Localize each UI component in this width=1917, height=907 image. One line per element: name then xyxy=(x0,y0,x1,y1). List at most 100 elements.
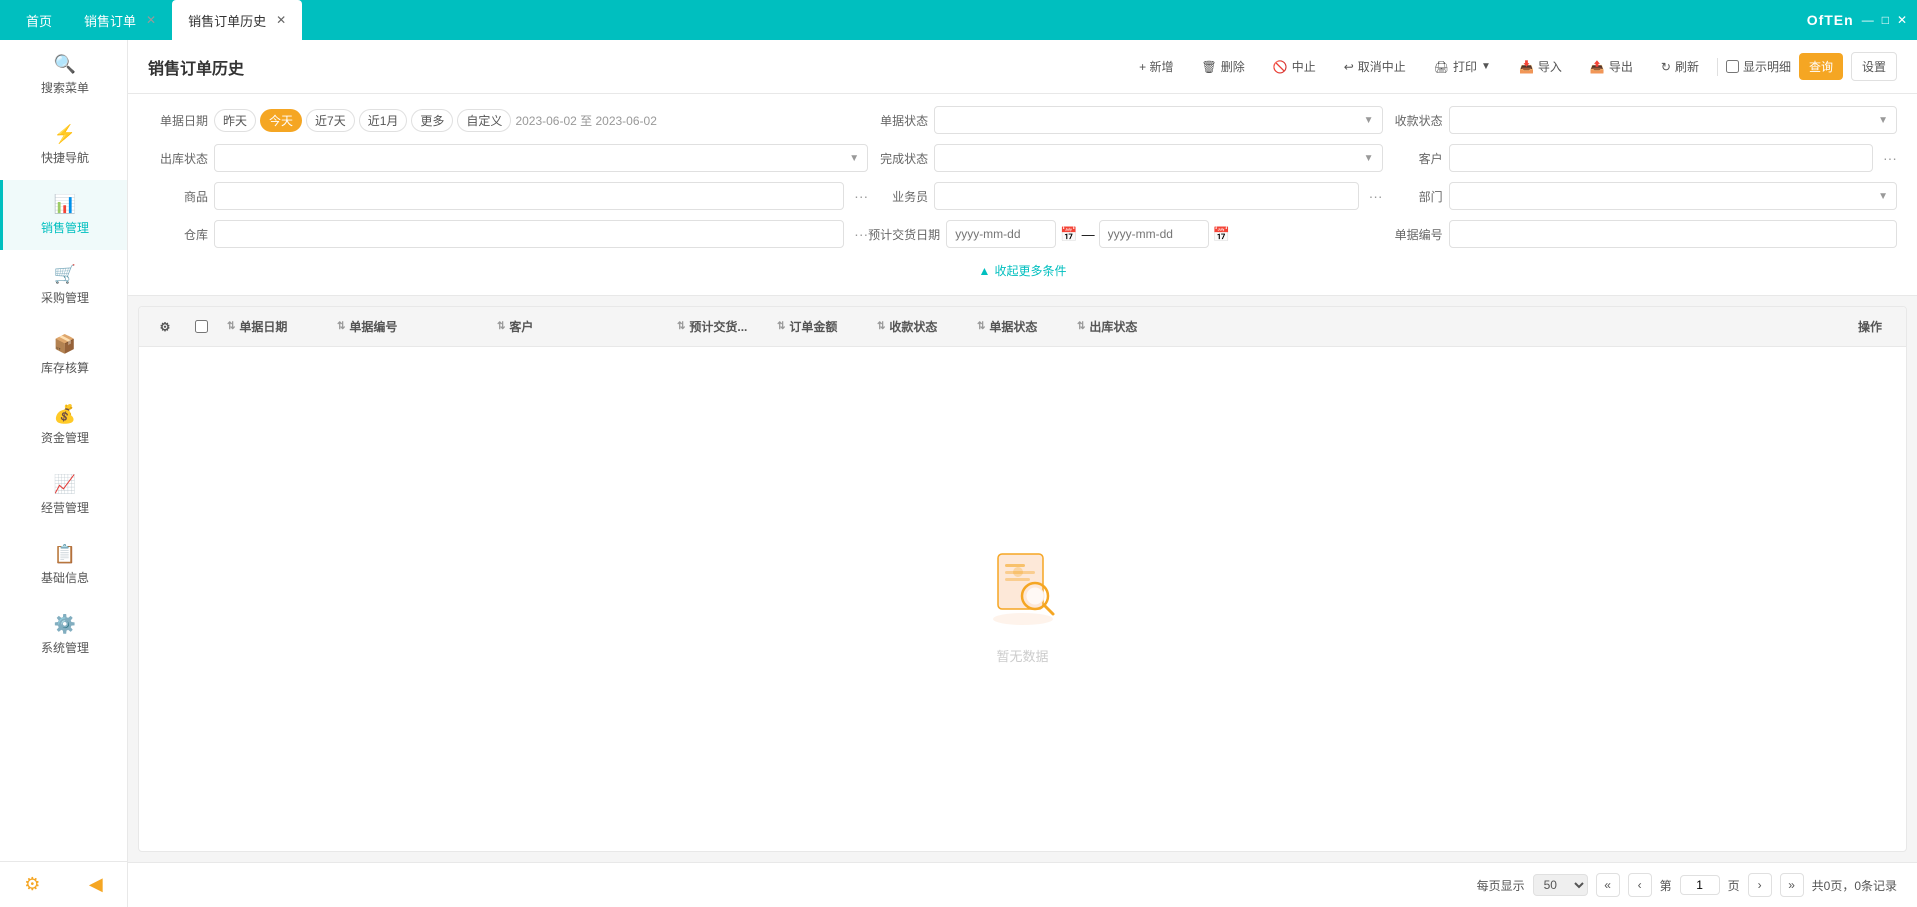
date-btn-1month[interactable]: 近1月 xyxy=(359,109,408,132)
col-receipt[interactable]: ⇅ 收款状态 xyxy=(869,318,969,335)
date-btn-more[interactable]: 更多 xyxy=(411,109,453,132)
print-button[interactable]: 🖨 打印 ▼ xyxy=(1424,53,1501,80)
first-page-button[interactable]: « xyxy=(1596,873,1620,897)
date-dash: — xyxy=(1082,227,1095,242)
receipt-status-select[interactable]: ▼ xyxy=(1449,106,1897,134)
new-button[interactable]: + 新增 xyxy=(1129,53,1183,80)
goods-input[interactable] xyxy=(214,182,844,210)
finance-icon: 💰 xyxy=(54,404,76,425)
export-button[interactable]: 📤 导出 xyxy=(1580,53,1643,80)
salesperson-dots-icon[interactable]: ··· xyxy=(1369,188,1383,204)
sidebar-item-operations-label: 经营管理 xyxy=(41,499,89,516)
date-btn-7days[interactable]: 近7天 xyxy=(306,109,355,132)
col-out[interactable]: ⇅ 出库状态 xyxy=(1069,318,1169,335)
goods-label: 商品 xyxy=(148,188,208,205)
import-label: 导入 xyxy=(1538,58,1562,75)
settings-icon[interactable]: ⚙ xyxy=(24,874,40,895)
sidebar-item-quick-nav[interactable]: ⚡ 快捷导航 xyxy=(0,110,127,180)
col-amount[interactable]: ⇅ 订单金额 xyxy=(769,318,869,335)
salesperson-input[interactable] xyxy=(934,182,1358,210)
out-status-select[interactable]: ▼ xyxy=(214,144,868,172)
collapse-sidebar-icon[interactable]: ◀ xyxy=(89,874,103,895)
customer-dots-icon[interactable]: ··· xyxy=(1883,150,1897,166)
main-layout: 🔍 搜索菜单 ⚡ 快捷导航 📊 销售管理 🛒 采购管理 📦 库存核算 💰 资金管… xyxy=(0,40,1917,907)
minimize-button[interactable]: — xyxy=(1862,13,1874,27)
date-btn-custom[interactable]: 自定义 xyxy=(457,109,511,132)
date-btn-today[interactable]: 今天 xyxy=(260,109,302,132)
set-button[interactable]: 设置 xyxy=(1851,52,1897,81)
sidebar-item-purchase-mgmt[interactable]: 🛒 采购管理 xyxy=(0,250,127,320)
close-button[interactable]: ✕ xyxy=(1897,13,1907,27)
next-page-button[interactable]: › xyxy=(1748,873,1772,897)
collapse-more[interactable]: ▲ 收起更多条件 xyxy=(148,258,1897,283)
page-title: 销售订单历史 xyxy=(148,55,244,79)
filter-date: 单据日期 昨天 今天 近7天 近1月 更多 自定义 2023-06-02 至 2… xyxy=(148,109,868,132)
warehouse-dots-icon[interactable]: ··· xyxy=(854,226,868,242)
sidebar-item-sales-mgmt[interactable]: 📊 销售管理 xyxy=(0,180,127,250)
filter-row-1: 单据日期 昨天 今天 近7天 近1月 更多 自定义 2023-06-02 至 2… xyxy=(148,106,1897,134)
per-page-select[interactable]: 50 10 20 100 xyxy=(1533,874,1588,896)
calendar-end-icon[interactable]: 📅 xyxy=(1213,226,1230,243)
order-status-select[interactable]: ▼ xyxy=(934,106,1382,134)
col-settings[interactable]: ⚙ xyxy=(147,320,183,334)
dept-select[interactable]: ▼ xyxy=(1449,182,1897,210)
col-status[interactable]: ⇅ 单据状态 xyxy=(969,318,1069,335)
sidebar-item-basic-info[interactable]: 📋 基础信息 xyxy=(0,530,127,600)
tab-history-close[interactable]: ✕ xyxy=(276,13,286,27)
import-button[interactable]: 📥 导入 xyxy=(1509,53,1572,80)
display-detail-checkbox[interactable] xyxy=(1726,60,1739,73)
order-no-input[interactable] xyxy=(1449,220,1897,248)
complete-status-select[interactable]: ▼ xyxy=(934,144,1382,172)
tab-home[interactable]: 首页 xyxy=(10,11,68,30)
quick-nav-icon: ⚡ xyxy=(54,124,76,145)
order-status-arrow-icon: ▼ xyxy=(1364,115,1374,126)
select-all-checkbox[interactable] xyxy=(195,320,208,333)
col-customer[interactable]: ⇅ 客户 xyxy=(489,318,669,335)
sidebar-item-search-menu[interactable]: 🔍 搜索菜单 xyxy=(0,40,127,110)
toolbar-divider xyxy=(1717,58,1718,76)
sidebar-item-finance[interactable]: 💰 资金管理 xyxy=(0,390,127,460)
col-date-sort-icon: ⇅ xyxy=(227,321,235,332)
prev-page-button[interactable]: ‹ xyxy=(1628,873,1652,897)
empty-text: 暂无数据 xyxy=(996,646,1048,665)
filter-row-3: 商品 ··· 业务员 ··· 部门 ▼ xyxy=(148,182,1897,210)
sidebar-item-system-mgmt[interactable]: ⚙️ 系统管理 xyxy=(0,600,127,670)
tab-sales-order[interactable]: 销售订单 ✕ xyxy=(68,0,172,40)
col-delivery[interactable]: ⇅ 预计交货... xyxy=(669,318,769,335)
refresh-button[interactable]: ↻ 刷新 xyxy=(1651,53,1709,80)
customer-input[interactable] xyxy=(1449,144,1873,172)
col-checkbox[interactable] xyxy=(183,320,219,333)
maximize-button[interactable]: □ xyxy=(1882,13,1889,27)
collapse-icon: ▲ xyxy=(979,264,991,278)
date-btn-yesterday[interactable]: 昨天 xyxy=(214,109,256,132)
total-text: 共0页，0条记录 xyxy=(1812,877,1897,894)
import-icon: 📥 xyxy=(1519,60,1534,74)
sidebar-item-operations[interactable]: 📈 经营管理 xyxy=(0,460,127,530)
col-status-sort-icon: ⇅ xyxy=(977,321,985,332)
display-detail-checkbox-label[interactable]: 显示明细 xyxy=(1726,58,1791,75)
print-label: 打印 xyxy=(1453,58,1477,75)
sidebar-item-inventory[interactable]: 📦 库存核算 xyxy=(0,320,127,390)
stop-label: 中止 xyxy=(1292,58,1316,75)
delivery-date-start[interactable] xyxy=(946,220,1056,248)
col-no[interactable]: ⇅ 单据编号 xyxy=(329,318,489,335)
stop-button[interactable]: 🚫 中止 xyxy=(1263,53,1326,80)
warehouse-input[interactable] xyxy=(214,220,844,248)
basic-info-icon: 📋 xyxy=(54,544,76,565)
filter-customer: 客户 ··· xyxy=(1383,144,1897,172)
col-status-label: 单据状态 xyxy=(989,318,1037,335)
tab-sales-order-history[interactable]: 销售订单历史 ✕ xyxy=(172,0,302,40)
delete-button[interactable]: 🗑 删除 xyxy=(1191,53,1254,80)
col-no-sort-icon: ⇅ xyxy=(337,321,345,332)
delivery-date-end[interactable] xyxy=(1099,220,1209,248)
col-receipt-label: 收款状态 xyxy=(889,318,937,335)
sidebar-item-quick-label: 快捷导航 xyxy=(41,149,89,166)
search-button[interactable]: 查询 xyxy=(1799,53,1843,80)
page-number-input[interactable] xyxy=(1680,875,1720,895)
calendar-start-icon[interactable]: 📅 xyxy=(1060,226,1077,243)
cancel-stop-button[interactable]: ↩ 取消中止 xyxy=(1334,53,1416,80)
tab-sales-order-close[interactable]: ✕ xyxy=(146,13,156,27)
last-page-button[interactable]: » xyxy=(1780,873,1804,897)
goods-dots-icon[interactable]: ··· xyxy=(854,188,868,204)
col-date[interactable]: ⇅ 单据日期 xyxy=(219,318,329,335)
